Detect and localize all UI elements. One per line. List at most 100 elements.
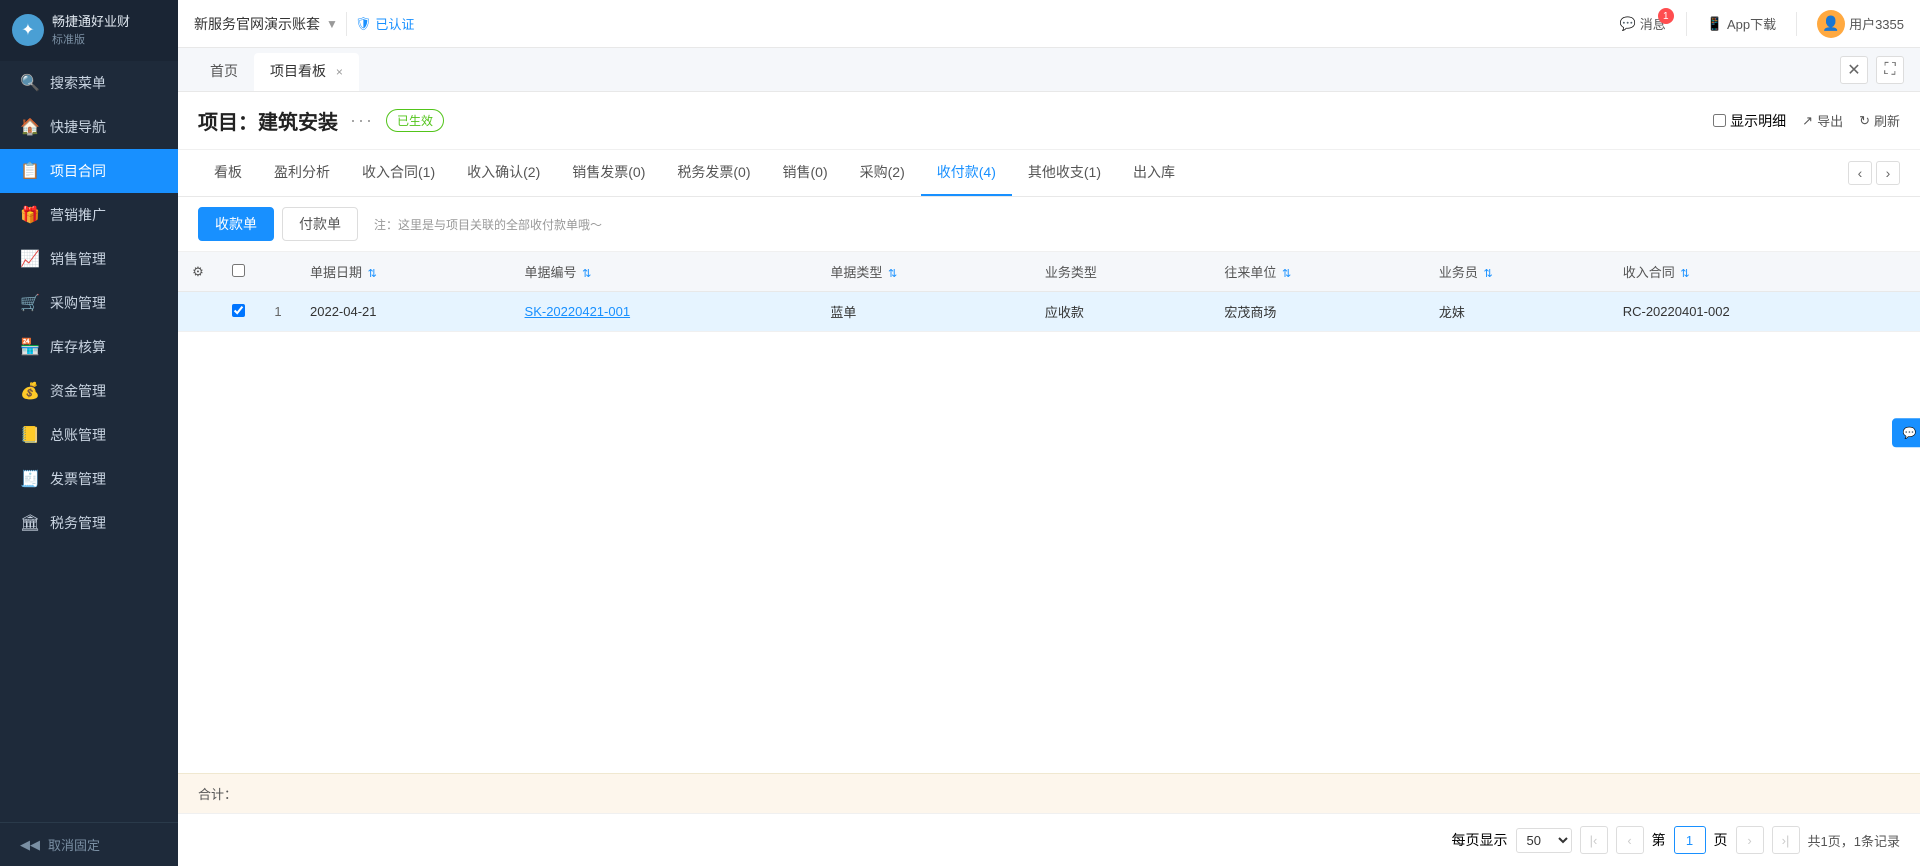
pagination: 每页显示 50 100 200 |‹ ‹ 第 1 页 › ›| 共1页，1条记录 [178,813,1920,866]
divider [346,12,347,36]
show-detail-input[interactable] [1713,114,1726,127]
receipt-icon: 🧾 [20,469,40,489]
sidebar-item-ledger[interactable]: 📒 总账管理 [0,413,178,457]
topbar-right: 💬 消息 1 📱 App下载 👤 用户3355 [1620,10,1904,38]
tab-home[interactable]: 首页 [194,53,254,91]
total-info: 共1页，1条记录 [1808,831,1900,850]
row-checkbox-cell[interactable] [218,292,258,332]
sec-tab-next-button[interactable]: › [1876,161,1900,185]
data-table: ⚙ 单据日期 ⇅ 单据编号 ⇅ [178,252,1920,332]
salesman-column-label: 业务员 [1439,265,1478,280]
clipboard-icon: 📋 [20,161,40,181]
sec-tab-sales-invoice[interactable]: 销售发票(0) [556,150,661,196]
tab-project-board[interactable]: 项目看板 × [254,53,359,91]
sidebar-item-label: 采购管理 [50,293,106,313]
project-header-right: 显示明细 ↗ 导出 ↻ 刷新 [1713,111,1900,131]
type-column-header[interactable]: 单据类型 ⇅ [818,252,1033,292]
table-row[interactable]: 1 2022-04-21 SK-20220421-001 蓝单 应收款 宏茂商场… [178,292,1920,332]
tabbar-actions: ✕ ⛶ [1840,56,1904,84]
app-download-button[interactable]: 📱 App下载 [1707,14,1776,33]
sidebar-item-marketing[interactable]: 🎁 营销推广 [0,193,178,237]
sort-icon: ⇅ [1484,268,1493,280]
sort-icon: ⇅ [1680,268,1689,280]
user-label: 用户3355 [1849,14,1904,33]
sidebar-item-project-contract[interactable]: 📋 项目合同 [0,149,178,193]
sec-tab-income-contract[interactable]: 收入合同(1) [346,150,451,196]
sec-tab-other-expense-label: 其他收支(1) [1028,164,1101,180]
partner-column-header[interactable]: 往来单位 ⇅ [1212,252,1427,292]
project-header: 项目：建筑安装 ··· 已生效 显示明细 ↗ 导出 ↻ 刷新 [178,92,1920,150]
sidebar-item-sales[interactable]: 📈 销售管理 [0,237,178,281]
sidebar-unpin-button[interactable]: ◀◀ 取消固定 [0,822,178,866]
checkbox-column-header [218,252,258,292]
sec-tab-sales-label: 销售(0) [783,164,828,180]
sec-tab-prev-button[interactable]: ‹ [1848,161,1872,185]
tabbar: 首页 项目看板 × ✕ ⛶ [178,48,1920,92]
sidebar: ✦ 畅捷通好业财 标准版 🔍 搜索菜单 🏠 快捷导航 📋 项目合同 🎁 营销推广… [0,0,178,866]
sort-icon: ⇅ [1282,268,1291,280]
export-button[interactable]: ↗ 导出 [1802,111,1843,130]
close-window-button[interactable]: ✕ [1840,56,1868,84]
chart-icon: 📈 [20,249,40,269]
more-options-icon[interactable]: ··· [350,110,374,131]
salesman-column-header[interactable]: 业务员 ⇅ [1427,252,1611,292]
settings-column-header[interactable]: ⚙ [178,252,218,292]
sec-tab-tax-invoice[interactable]: 税务发票(0) [661,150,766,196]
prev-page-button[interactable]: ‹ [1616,826,1644,854]
sidebar-item-search[interactable]: 🔍 搜索菜单 [0,61,178,105]
sec-tab-income-confirm[interactable]: 收入确认(2) [451,150,556,196]
page-size-select[interactable]: 50 100 200 [1516,828,1572,853]
account-selector[interactable]: 新服务官网演示账套 ▼ [194,14,338,34]
first-page-button[interactable]: |‹ [1580,826,1608,854]
project-name: 建筑安装 [258,112,338,134]
date-column-header[interactable]: 单据日期 ⇅ [298,252,513,292]
topbar: 新服务官网演示账套 ▼ 🛡 已认证 💬 消息 1 📱 App下载 [178,0,1920,48]
sec-tab-profit[interactable]: 盈利分析 [258,150,346,196]
app-version: 标准版 [52,31,130,47]
sec-tab-other-expense[interactable]: 其他收支(1) [1012,150,1117,196]
num-column-header [258,252,298,292]
feedback-button[interactable]: 💬 [1892,418,1920,447]
user-button[interactable]: 👤 用户3355 [1817,10,1904,38]
sub-tab-hint: 注：这里是与项目关联的全部收付款单哦～ [374,216,602,233]
message-button[interactable]: 💬 消息 1 [1620,14,1666,33]
receipt-tab-button[interactable]: 收款单 [198,207,274,241]
feedback-label: 💬 [1903,426,1915,439]
total-label: 合计： [198,787,237,802]
refresh-button[interactable]: ↻ 刷新 [1859,111,1900,130]
sidebar-item-label: 发票管理 [50,469,106,489]
sidebar-item-tax[interactable]: 🏛 税务管理 [0,501,178,545]
sec-tab-in-out[interactable]: 出入库 [1117,150,1191,196]
app-logo: ✦ [12,14,44,46]
show-detail-checkbox[interactable]: 显示明细 [1713,111,1786,131]
sec-tab-sales[interactable]: 销售(0) [767,150,844,196]
tab-close-icon[interactable]: × [336,65,343,79]
last-page-button[interactable]: ›| [1772,826,1800,854]
income-contract-column-header[interactable]: 收入合同 ⇅ [1611,252,1920,292]
partner-column-label: 往来单位 [1224,265,1276,280]
sec-tabs: 看板 盈利分析 收入合同(1) 收入确认(2) 销售发票(0) 税务发票(0) … [178,150,1920,197]
sec-tab-in-out-label: 出入库 [1133,164,1175,180]
store-icon: 🏪 [20,337,40,357]
no-column-header[interactable]: 单据编号 ⇅ [513,252,819,292]
sec-tab-purchase[interactable]: 采购(2) [844,150,921,196]
select-all-checkbox[interactable] [232,264,245,277]
sidebar-item-purchase[interactable]: 🛒 采购管理 [0,281,178,325]
row-no-link[interactable]: SK-20220421-001 [525,304,631,319]
payment-tab-button[interactable]: 付款单 [282,207,358,241]
sidebar-item-invoice[interactable]: 🧾 发票管理 [0,457,178,501]
sec-tab-kanban[interactable]: 看板 [198,150,258,196]
sidebar-item-inventory[interactable]: 🏪 库存核算 [0,325,178,369]
sec-tab-nav: ‹ › [1848,161,1900,185]
row-no[interactable]: SK-20220421-001 [513,292,819,332]
sidebar-item-label: 搜索菜单 [50,73,106,93]
row-checkbox[interactable] [232,304,245,317]
avatar: 👤 [1817,10,1845,38]
sec-tab-payment[interactable]: 收付款(4) [921,150,1012,196]
maximize-window-button[interactable]: ⛶ [1876,56,1904,84]
account-name: 新服务官网演示账套 [194,14,320,34]
export-icon: ↗ [1802,113,1813,129]
sidebar-item-fund[interactable]: 💰 资金管理 [0,369,178,413]
sidebar-item-quick-nav[interactable]: 🏠 快捷导航 [0,105,178,149]
next-page-button[interactable]: › [1736,826,1764,854]
